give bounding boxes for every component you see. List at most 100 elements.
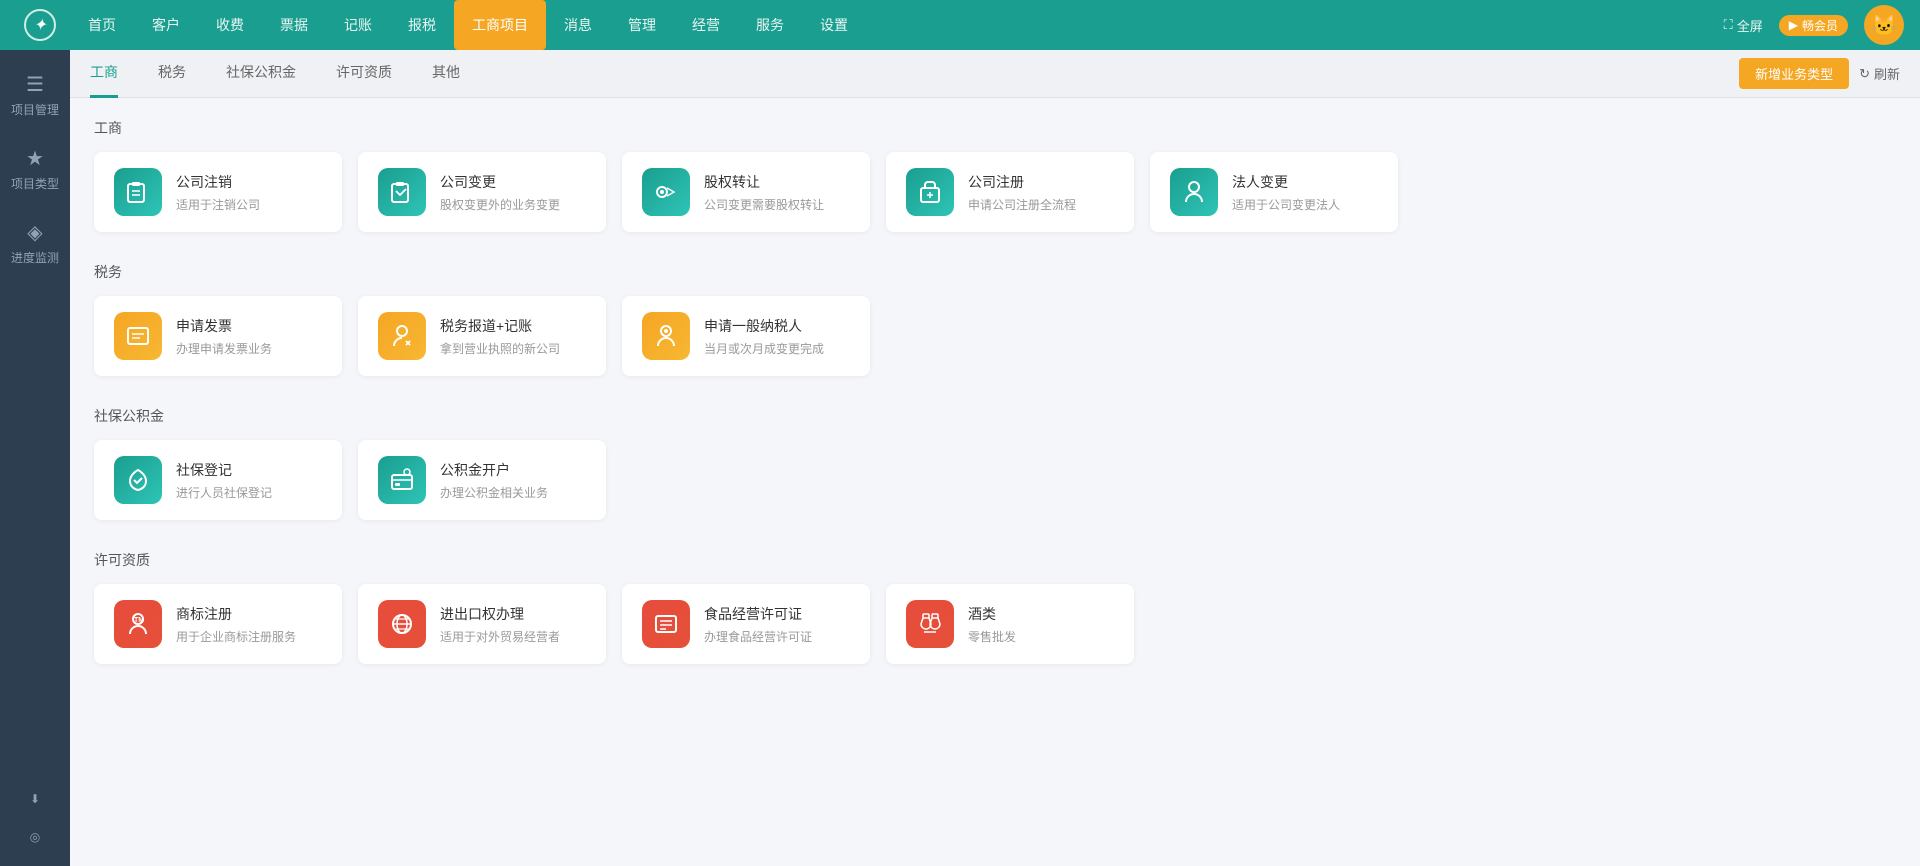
nav-item-invoice[interactable]: 票据: [262, 0, 326, 50]
card-title-alcohol: 酒类: [968, 604, 1016, 624]
sidebar-item-project-mgmt[interactable]: ☰ 项目管理: [0, 60, 70, 130]
nav-items: 首页 客户 收费 票据 记账 报税 工商项目 消息 管理 经营 服务 设置: [70, 0, 1724, 50]
card-import-export[interactable]: 进出口权办理 适用于对外贸易经营者: [358, 584, 606, 664]
card-tax-accounting[interactable]: 税务报道+记账 拿到营业执照的新公司: [358, 296, 606, 376]
sidebar-label-project-type: 项目类型: [11, 175, 59, 192]
tab-xuke[interactable]: 许可资质: [336, 50, 392, 98]
nav-item-operation[interactable]: 经营: [674, 0, 738, 50]
section-title-shuiwu: 税务: [94, 262, 1896, 282]
card-icon-fund-account: [378, 456, 426, 504]
card-title-tax-accounting: 税务报道+记账: [440, 316, 560, 336]
card-icon-food-license: [642, 600, 690, 648]
cards-grid-gongshang: 公司注销 适用于注销公司 公司变更 股权变更外的业务变更: [94, 152, 1896, 232]
location-icon: ◎: [30, 830, 40, 844]
nav-item-tax[interactable]: 报税: [390, 0, 454, 50]
vip-label: 畅会员: [1802, 17, 1838, 34]
card-desc-company-change: 股权变更外的业务变更: [440, 196, 560, 213]
card-title-food-license: 食品经营许可证: [704, 604, 812, 624]
sidebar: ☰ 项目管理 ★ 项目类型 ◈ 进度监测 ⬇ ◎: [0, 50, 70, 866]
card-desc-import-export: 适用于对外贸易经营者: [440, 628, 560, 645]
card-company-register[interactable]: 公司注册 申请公司注册全流程: [886, 152, 1134, 232]
card-apply-invoice[interactable]: 申请发票 办理申请发票业务: [94, 296, 342, 376]
card-icon-tax-accounting: [378, 312, 426, 360]
card-icon-apply-invoice: [114, 312, 162, 360]
card-desc-social-insurance: 进行人员社保登记: [176, 484, 272, 501]
fullscreen-label: 全屏: [1737, 16, 1763, 35]
tab-other[interactable]: 其他: [432, 50, 460, 98]
nav-item-home[interactable]: 首页: [70, 0, 134, 50]
nav-right: ⛶ 全屏 ▶ 畅会员 🐱: [1724, 5, 1920, 45]
sidebar-bottom-download[interactable]: ⬇: [0, 780, 70, 818]
card-title-fund-account: 公积金开户: [440, 460, 548, 480]
card-icon-company-cancel: [114, 168, 162, 216]
sidebar-bottom-location[interactable]: ◎: [0, 818, 70, 856]
card-desc-company-cancel: 适用于注销公司: [176, 196, 260, 213]
card-legal-change[interactable]: 法人变更 适用于公司变更法人: [1150, 152, 1398, 232]
add-type-button[interactable]: 新增业务类型: [1739, 58, 1849, 89]
sidebar-item-progress[interactable]: ◈ 进度监测: [0, 208, 70, 278]
tab-shuiwu[interactable]: 税务: [158, 50, 186, 98]
nav-item-fee[interactable]: 收费: [198, 0, 262, 50]
refresh-button[interactable]: ↻ 刷新: [1859, 64, 1900, 83]
logo: ✦: [10, 0, 70, 50]
sidebar-label-project-mgmt: 项目管理: [11, 101, 59, 118]
refresh-label: 刷新: [1874, 64, 1900, 83]
card-desc-fund-account: 办理公积金相关业务: [440, 484, 548, 501]
card-info-company-cancel: 公司注销 适用于注销公司: [176, 172, 260, 213]
nav-item-settings[interactable]: 设置: [802, 0, 866, 50]
star-icon: ★: [26, 146, 44, 171]
card-title-legal-change: 法人变更: [1232, 172, 1340, 192]
card-desc-food-license: 办理食品经营许可证: [704, 628, 812, 645]
tab-actions: 新增业务类型 ↻ 刷新: [1739, 58, 1900, 89]
card-title-apply-invoice: 申请发票: [176, 316, 272, 336]
card-icon-company-change: [378, 168, 426, 216]
card-info-social-insurance: 社保登记 进行人员社保登记: [176, 460, 272, 501]
card-fund-account[interactable]: 公积金开户 办理公积金相关业务: [358, 440, 606, 520]
tab-bar: 工商 税务 社保公积金 许可资质 其他 新增业务类型 ↻ 刷新: [70, 50, 1920, 98]
card-desc-equity-transfer: 公司变更需要股权转让: [704, 196, 824, 213]
nav-item-accounting[interactable]: 记账: [326, 0, 390, 50]
cards-grid-shuiwu: 申请发票 办理申请发票业务 税务报道+记账 拿到营业执照的新公: [94, 296, 1896, 376]
card-alcohol[interactable]: 酒类 零售批发: [886, 584, 1134, 664]
tab-gongshang[interactable]: 工商: [90, 50, 118, 98]
card-general-taxpayer[interactable]: 申请一般纳税人 当月或次月成变更完成: [622, 296, 870, 376]
section-title-shebao: 社保公积金: [94, 406, 1896, 426]
nav-item-service[interactable]: 服务: [738, 0, 802, 50]
card-info-company-change: 公司变更 股权变更外的业务变更: [440, 172, 560, 213]
nav-item-manage[interactable]: 管理: [610, 0, 674, 50]
card-desc-general-taxpayer: 当月或次月成变更完成: [704, 340, 824, 357]
download-icon: ⬇: [30, 792, 40, 806]
card-info-food-license: 食品经营许可证 办理食品经营许可证: [704, 604, 812, 645]
nav-item-bizproject[interactable]: 工商项目: [454, 0, 546, 50]
card-title-general-taxpayer: 申请一般纳税人: [704, 316, 824, 336]
card-trademark[interactable]: TM 商标注册 用于企业商标注册服务: [94, 584, 342, 664]
card-food-license[interactable]: 食品经营许可证 办理食品经营许可证: [622, 584, 870, 664]
card-title-social-insurance: 社保登记: [176, 460, 272, 480]
card-title-import-export: 进出口权办理: [440, 604, 560, 624]
nav-item-client[interactable]: 客户: [134, 0, 198, 50]
card-title-equity-transfer: 股权转让: [704, 172, 824, 192]
card-equity-transfer[interactable]: 股权转让 公司变更需要股权转让: [622, 152, 870, 232]
tab-shebao[interactable]: 社保公积金: [226, 50, 296, 98]
cards-grid-shebao: 社保登记 进行人员社保登记 公积金开户: [94, 440, 1896, 520]
vip-button[interactable]: ▶ 畅会员: [1779, 15, 1848, 36]
nav-item-msg[interactable]: 消息: [546, 0, 610, 50]
vip-icon: ▶: [1789, 18, 1798, 32]
card-info-company-register: 公司注册 申请公司注册全流程: [968, 172, 1076, 213]
card-company-cancel[interactable]: 公司注销 适用于注销公司: [94, 152, 342, 232]
card-title-company-cancel: 公司注销: [176, 172, 260, 192]
fullscreen-btn[interactable]: ⛶ 全屏: [1724, 16, 1763, 35]
sidebar-item-project-type[interactable]: ★ 项目类型: [0, 134, 70, 204]
card-icon-company-register: [906, 168, 954, 216]
card-info-apply-invoice: 申请发票 办理申请发票业务: [176, 316, 272, 357]
card-desc-alcohol: 零售批发: [968, 628, 1016, 645]
sidebar-bottom: ⬇ ◎: [0, 780, 70, 866]
refresh-icon: ↻: [1859, 66, 1870, 82]
card-desc-tax-accounting: 拿到营业执照的新公司: [440, 340, 560, 357]
card-title-company-change: 公司变更: [440, 172, 560, 192]
scroll-content: 工商 公司注销 适用于注销公司: [70, 98, 1920, 866]
card-social-insurance[interactable]: 社保登记 进行人员社保登记: [94, 440, 342, 520]
sidebar-label-progress: 进度监测: [11, 249, 59, 266]
card-company-change[interactable]: 公司变更 股权变更外的业务变更: [358, 152, 606, 232]
fullscreen-icon: ⛶: [1724, 17, 1733, 33]
